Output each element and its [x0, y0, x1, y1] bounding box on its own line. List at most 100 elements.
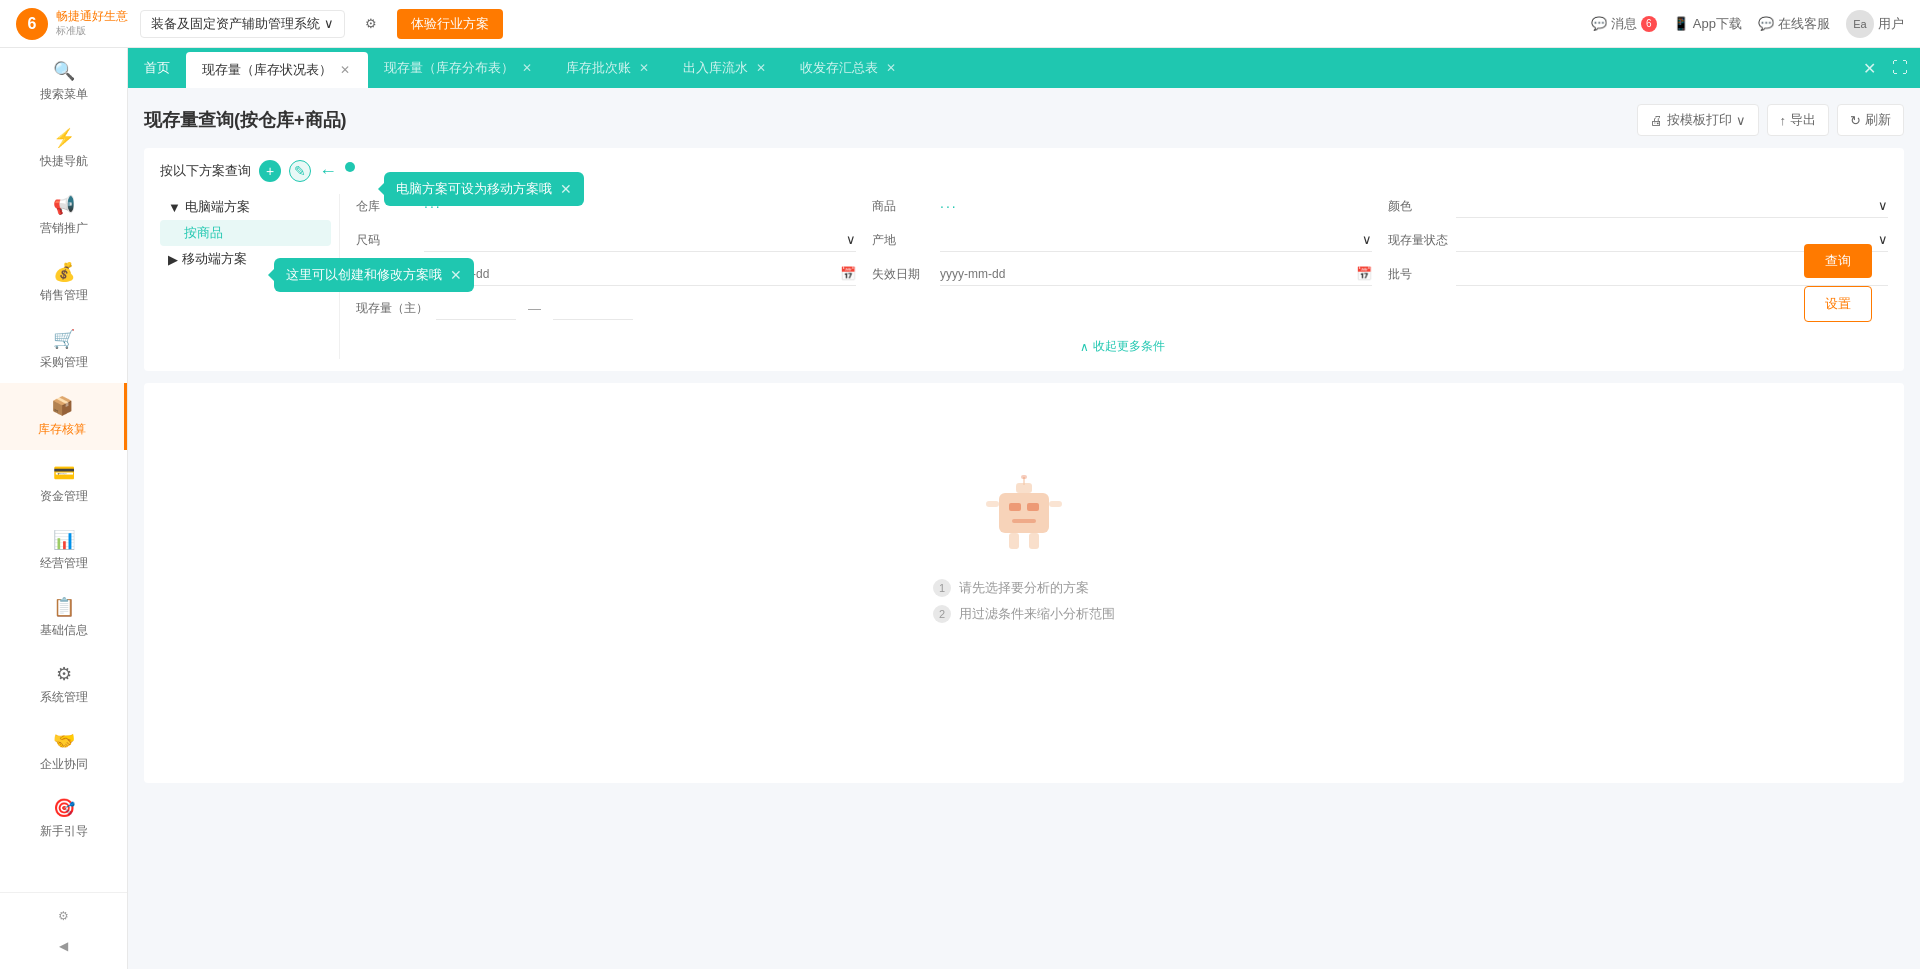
filter-size: 尺码 ∨ — [356, 228, 856, 252]
sidebar-item-system[interactable]: ⚙ 系统管理 — [0, 651, 127, 718]
origin-label: 产地 — [872, 232, 932, 249]
settings-icon[interactable]: ⚙ — [357, 10, 385, 38]
system-selector[interactable]: 装备及固定资产辅助管理系统 ∨ — [140, 10, 345, 38]
tooltip1-close-btn[interactable]: ✕ — [560, 181, 572, 197]
close-tab-icon[interactable]: ✕ — [1859, 55, 1880, 82]
sidebar-item-enterprise[interactable]: 🤝 企业协同 — [0, 718, 127, 785]
page-actions: 🖨 按模板打印 ∨ ↑ 导出 ↻ 刷新 — [1637, 104, 1905, 136]
goods-label: 商品 — [872, 198, 932, 215]
tab-label: 库存批次账 — [566, 59, 631, 77]
sidebar-item-finance[interactable]: 💳 资金管理 — [0, 450, 127, 517]
query-btn[interactable]: 查询 — [1804, 244, 1872, 278]
sidebar-item-label: 资金管理 — [40, 488, 88, 505]
tab-label: 现存量（库存分布表） — [384, 59, 514, 77]
printer-icon: 🖨 — [1650, 113, 1663, 128]
export-btn[interactable]: ↑ 导出 — [1767, 104, 1830, 136]
empty-step-1: 1 请先选择要分析的方案 — [933, 579, 1115, 597]
service-icon: 💬 — [1758, 16, 1774, 31]
message-btn[interactable]: 💬 消息 6 — [1591, 15, 1657, 33]
sidebar-item-basic-info[interactable]: 📋 基础信息 — [0, 584, 127, 651]
tab-in-out-flow[interactable]: 出入库流水 ✕ — [667, 48, 784, 88]
filter-row-4: 现存量（主） — — [356, 296, 1888, 320]
expiry-date-input[interactable]: 📅 — [940, 262, 1372, 286]
filter-row-3: 生产日期 📅 失效日期 — [356, 262, 1888, 286]
filter-back-btn[interactable]: ← — [319, 161, 337, 182]
query-btn-area: 查询 设置 — [1804, 244, 1872, 322]
stock-main-from[interactable] — [436, 296, 516, 320]
svg-rect-7 — [986, 501, 999, 507]
sidebar-settings-btn[interactable]: ⚙ — [0, 901, 127, 931]
origin-select[interactable]: ∨ — [940, 228, 1372, 252]
message-label: 消息 — [1611, 15, 1637, 33]
stock-separator: — — [528, 301, 541, 316]
money-icon: 💰 — [53, 261, 75, 283]
chevron-down-icon: ∨ — [1878, 198, 1888, 213]
sidebar-item-quick-nav[interactable]: ⚡ 快捷导航 — [0, 115, 127, 182]
sidebar-item-search-menu[interactable]: 🔍 搜索菜单 — [0, 48, 127, 115]
logo-area: 6 畅捷通好生意 标准版 — [16, 8, 128, 40]
sidebar-item-purchase[interactable]: 🛒 采购管理 — [0, 316, 127, 383]
sidebar-item-label: 经营管理 — [40, 555, 88, 572]
tab-close-icon[interactable]: ✕ — [754, 59, 768, 77]
lightning-icon: ⚡ — [53, 127, 75, 149]
header-right: 💬 消息 6 📱 App下载 💬 在线客服 Ea 用户 — [1591, 10, 1904, 38]
goods-dots[interactable]: ··· — [940, 198, 958, 214]
calendar-icon[interactable]: 📅 — [840, 266, 856, 281]
filter-row-1: 仓库 ··· 商品 ··· 颜色 — [356, 194, 1888, 218]
export-icon: ↑ — [1780, 113, 1787, 128]
maximize-icon[interactable]: ⛶ — [1888, 55, 1912, 81]
reset-btn[interactable]: 设置 — [1804, 286, 1872, 322]
stock-main-to[interactable] — [553, 296, 633, 320]
sidebar-item-guide[interactable]: 🎯 新手引导 — [0, 785, 127, 852]
size-label: 尺码 — [356, 232, 416, 249]
size-select[interactable]: ∨ — [424, 228, 856, 252]
chevron-down-icon: ∨ — [324, 16, 334, 31]
app-download-btn[interactable]: 📱 App下载 — [1673, 15, 1742, 33]
tab-batch-account[interactable]: 库存批次账 ✕ — [550, 48, 667, 88]
tab-inventory-distribution[interactable]: 现存量（库存分布表） ✕ — [368, 48, 550, 88]
sidebar-item-operations[interactable]: 📊 经营管理 — [0, 517, 127, 584]
online-service-label: 在线客服 — [1778, 15, 1830, 33]
experience-btn[interactable]: 体验行业方案 — [397, 9, 503, 39]
print-btn[interactable]: 🖨 按模板打印 ∨ — [1637, 104, 1759, 136]
sidebar-collapse-btn[interactable]: ◀ — [0, 931, 127, 961]
tree-item-pc[interactable]: ▼ 电脑端方案 — [160, 194, 331, 220]
tab-inventory-status[interactable]: 现存量（库存状况表） ✕ — [186, 52, 368, 88]
calendar-icon[interactable]: 📅 — [1356, 266, 1372, 281]
print-label: 按模板打印 — [1667, 111, 1732, 129]
page-header: 现存量查询(按仓库+商品) 🖨 按模板打印 ∨ ↑ 导出 ↻ — [144, 104, 1904, 136]
sidebar-item-label: 企业协同 — [40, 756, 88, 773]
header-left: 6 畅捷通好生意 标准版 装备及固定资产辅助管理系统 ∨ ⚙ 体验行业方案 — [16, 8, 503, 40]
user-area[interactable]: Ea 用户 — [1846, 10, 1904, 38]
filter-fields: 查询 设置 仓库 ··· 商品 — [340, 194, 1888, 359]
empty-step-2: 2 用过滤条件来缩小分析范围 — [933, 605, 1115, 623]
tree-item-label: 电脑端方案 — [185, 198, 250, 216]
sidebar-item-label: 库存核算 — [38, 421, 86, 438]
tab-close-icon[interactable]: ✕ — [637, 59, 651, 77]
production-date-field[interactable] — [424, 267, 840, 281]
online-service-btn[interactable]: 💬 在线客服 — [1758, 15, 1830, 33]
production-date-input[interactable]: 📅 — [424, 262, 856, 286]
tab-home-label: 首页 — [144, 59, 170, 77]
filter-add-btn[interactable]: + — [259, 160, 281, 182]
collapse-btn[interactable]: ∧ 收起更多条件 — [356, 330, 1888, 359]
filter-edit-btn[interactable]: ✎ — [289, 160, 311, 182]
filter-label: 按以下方案查询 — [160, 162, 251, 180]
sidebar-item-sales[interactable]: 💰 销售管理 — [0, 249, 127, 316]
color-select[interactable]: ∨ — [1456, 194, 1888, 218]
sidebar-item-marketing[interactable]: 📢 营销推广 — [0, 182, 127, 249]
batch-label: 批号 — [1388, 266, 1448, 283]
sidebar-item-inventory[interactable]: 📦 库存核算 — [0, 383, 127, 450]
tab-close-icon[interactable]: ✕ — [884, 59, 898, 77]
tree-item-pc-sub[interactable]: 按商品 — [160, 220, 331, 246]
step1-text: 请先选择要分析的方案 — [959, 579, 1089, 597]
chevron-down-icon: ∨ — [1878, 232, 1888, 247]
refresh-btn[interactable]: ↻ 刷新 — [1837, 104, 1904, 136]
tab-home[interactable]: 首页 — [128, 48, 186, 88]
tab-close-icon[interactable]: ✕ — [338, 61, 352, 79]
expiry-date-field[interactable] — [940, 267, 1356, 281]
tab-receive-summary[interactable]: 收发存汇总表 ✕ — [784, 48, 914, 88]
tab-label: 出入库流水 — [683, 59, 748, 77]
tooltip2-close-btn[interactable]: ✕ — [450, 267, 462, 283]
tab-close-icon[interactable]: ✕ — [520, 59, 534, 77]
